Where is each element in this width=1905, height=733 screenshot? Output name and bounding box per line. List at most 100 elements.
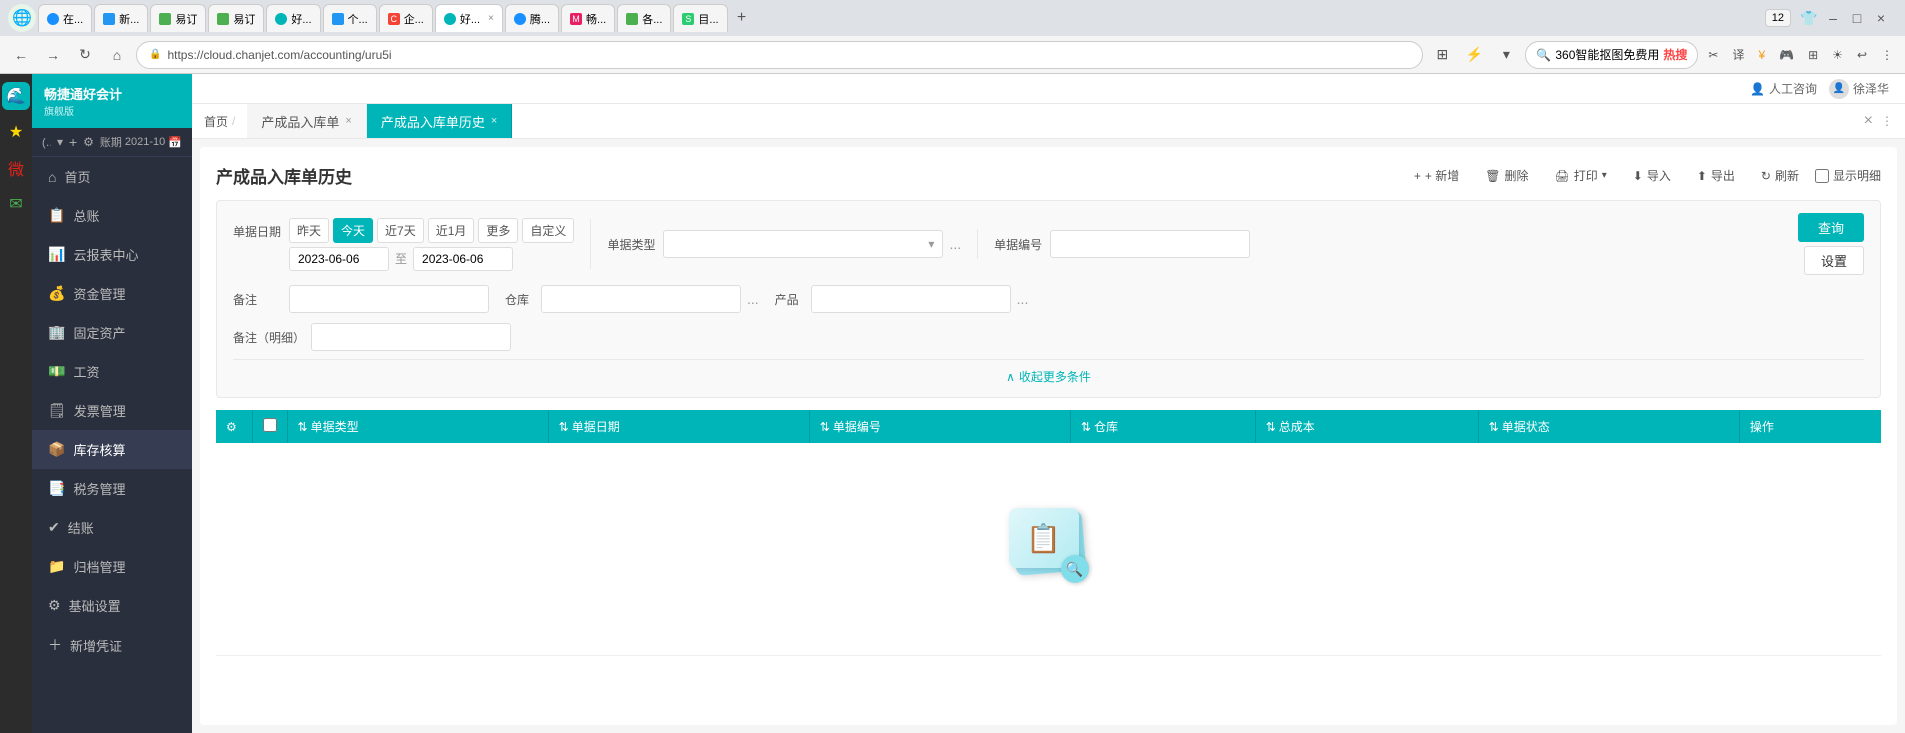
tab-4[interactable]: 易订	[208, 4, 264, 32]
display-checkbox[interactable]	[1815, 169, 1829, 183]
currency-icon[interactable]: ¥	[1754, 46, 1769, 64]
sidebar-item-newbill[interactable]: ＋ 新增凭证	[32, 625, 192, 665]
tab-10[interactable]: M 畅...	[561, 4, 615, 32]
tab-list-close-icon[interactable]: ×	[345, 115, 351, 127]
col-number-sort-icon[interactable]: ⇅	[820, 420, 830, 434]
icon-bar-mail[interactable]: ✉	[2, 190, 30, 218]
back-button[interactable]: ←	[8, 42, 34, 68]
refresh-button[interactable]: ↻ 刷新	[1751, 163, 1809, 188]
warehouse-more-icon[interactable]: ...	[747, 291, 759, 307]
translate-icon[interactable]: 译	[1728, 44, 1748, 65]
sidebar-item-archive[interactable]: 📁 归档管理	[32, 547, 192, 586]
tab-8[interactable]: 好... ×	[435, 4, 503, 32]
tab-9[interactable]: 腾...	[505, 4, 559, 32]
add-button[interactable]: + + 新增	[1404, 163, 1469, 188]
browser-app-icon[interactable]: 🌐	[8, 4, 36, 32]
select-all-checkbox[interactable]	[263, 418, 277, 432]
sidebar-item-invoice[interactable]: 🗒 发票管理	[32, 391, 192, 430]
date-custom-button[interactable]: 自定义	[522, 218, 574, 243]
gear-col-icon[interactable]: ⚙	[226, 420, 237, 434]
export-button[interactable]: ⬆ 导出	[1687, 163, 1745, 188]
back2-icon[interactable]: ↩	[1853, 46, 1871, 64]
forward-button[interactable]: →	[40, 42, 66, 68]
warehouse-input[interactable]	[541, 285, 741, 313]
delete-button[interactable]: 🗑 删除	[1475, 163, 1538, 188]
sidebar-item-salary[interactable]: 💵 工资	[32, 352, 192, 391]
sidebar-item-home[interactable]: ⌂ 首页	[32, 157, 192, 196]
date-yesterday-button[interactable]: 昨天	[289, 218, 329, 243]
query-button[interactable]: 查询	[1798, 213, 1864, 242]
dropdown-button[interactable]: ▾	[1493, 42, 1519, 68]
detail-note-input[interactable]	[311, 323, 511, 351]
col-status-sort-icon[interactable]: ⇅	[1489, 420, 1499, 434]
tab-1[interactable]: 在...	[38, 4, 92, 32]
type-more-icon[interactable]: ...	[949, 236, 961, 252]
print-button[interactable]: 🖨 打印 ▾	[1544, 163, 1616, 188]
tab-3[interactable]: 易订	[150, 4, 206, 32]
extensions-button[interactable]: ⊞	[1429, 42, 1455, 68]
add-account-icon[interactable]: +	[69, 134, 77, 150]
icon-bar-weibo[interactable]: 微	[2, 154, 30, 182]
product-more-icon[interactable]: ...	[1017, 291, 1029, 307]
home-button[interactable]: ⌂	[104, 42, 130, 68]
search-bar[interactable]: 🔍 360智能抠图免费用 热搜	[1525, 41, 1698, 69]
tab-history-close-icon[interactable]: ×	[491, 115, 497, 127]
date-end-input[interactable]	[413, 247, 513, 271]
lightning-button[interactable]: ⚡	[1461, 42, 1487, 68]
date-more-button[interactable]: 更多	[478, 218, 518, 243]
tab-panel-close-icon[interactable]: ×	[1864, 112, 1873, 130]
sidebar-item-ledger[interactable]: 📋 总账	[32, 196, 192, 235]
tab-panel-more-icon[interactable]: ⋮	[1881, 114, 1893, 128]
sidebar-item-settings[interactable]: ⚙ 基础设置	[32, 586, 192, 625]
settings-icon[interactable]: ⚙	[83, 135, 94, 149]
tab-12[interactable]: S 目...	[673, 4, 727, 32]
sidebar-item-inventory[interactable]: 📦 库存核算	[32, 430, 192, 469]
tab-5[interactable]: 好...	[266, 4, 320, 32]
sidebar-item-tax[interactable]: 📑 税务管理	[32, 469, 192, 508]
col-type-sort-icon[interactable]: ⇅	[298, 420, 308, 434]
scissors-icon[interactable]: ✂	[1704, 46, 1722, 64]
theme-icon[interactable]: ☀	[1828, 46, 1847, 64]
tab-list[interactable]: 产成品入库单 ×	[247, 104, 366, 138]
icon-bar-star[interactable]: ★	[2, 118, 30, 146]
user-button[interactable]: 👤 徐泽华	[1829, 79, 1889, 99]
product-input[interactable]	[811, 285, 1011, 313]
breadcrumb-home[interactable]: 首页	[204, 113, 228, 130]
more-icon[interactable]: ⋮	[1877, 46, 1897, 64]
settings-button[interactable]: 设置	[1804, 246, 1864, 275]
calendar-icon[interactable]: 📅	[168, 136, 182, 149]
tab-11[interactable]: 各...	[617, 4, 671, 32]
import-button[interactable]: ⬇ 导入	[1623, 163, 1681, 188]
tab-2[interactable]: 新...	[94, 4, 148, 32]
sidebar-item-checkout[interactable]: ✔ 结账	[32, 508, 192, 547]
type-select[interactable]: ▾	[663, 230, 943, 258]
restore-button[interactable]: □	[1849, 10, 1865, 26]
tab-history[interactable]: 产成品入库单历史 ×	[367, 104, 512, 138]
col-total-sort-icon[interactable]: ⇅	[1266, 420, 1276, 434]
date-1month-button[interactable]: 近1月	[428, 218, 475, 243]
refresh-button[interactable]: ↻	[72, 42, 98, 68]
shirt-icon[interactable]: 👕	[1801, 10, 1817, 26]
sidebar-item-fund[interactable]: 💰 资金管理	[32, 274, 192, 313]
tab-8-close-icon[interactable]: ×	[488, 13, 494, 24]
tab-6[interactable]: 个...	[323, 4, 377, 32]
date-7days-button[interactable]: 近7天	[377, 218, 424, 243]
game-icon[interactable]: 🎮	[1775, 46, 1798, 64]
collapse-button[interactable]: ∧ 收起更多条件	[1006, 368, 1091, 385]
close-button[interactable]: ×	[1873, 10, 1889, 26]
note-input[interactable]	[289, 285, 489, 313]
date-start-input[interactable]	[289, 247, 389, 271]
icon-bar-home[interactable]: 🌊	[2, 82, 30, 110]
service-button[interactable]: 👤 人工咨询	[1750, 80, 1817, 97]
new-tab-button[interactable]: +	[730, 6, 754, 30]
number-input[interactable]	[1050, 230, 1250, 258]
sidebar-item-report[interactable]: 📊 云报表中心	[32, 235, 192, 274]
grid-icon[interactable]: ⊞	[1804, 46, 1822, 64]
col-date-sort-icon[interactable]: ⇅	[559, 420, 569, 434]
sidebar-item-fixed[interactable]: 🏢 固定资产	[32, 313, 192, 352]
address-input[interactable]: 🔒 https://cloud.chanjet.com/accounting/u…	[136, 41, 1423, 69]
minimize-button[interactable]: –	[1825, 10, 1841, 26]
date-today-button[interactable]: 今天	[333, 218, 373, 243]
account-dropdown-icon[interactable]: ▾	[57, 135, 63, 149]
tab-7[interactable]: C 企...	[379, 4, 433, 32]
